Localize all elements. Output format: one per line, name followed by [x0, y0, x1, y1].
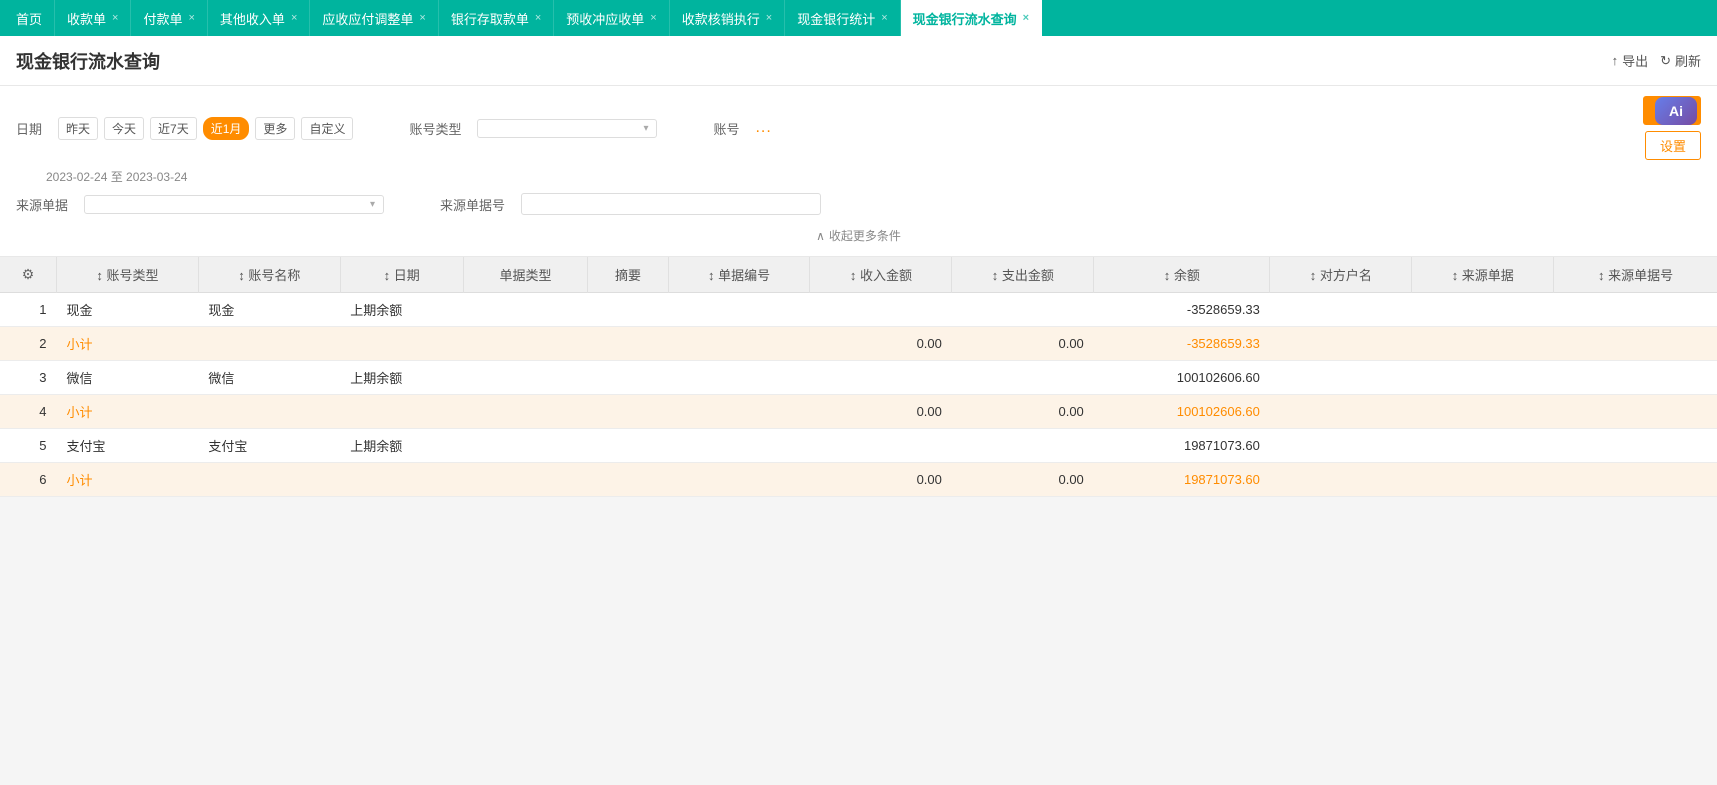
filter-area: 日期 昨天 今天 近7天 近1月 更多 自定义 账号类型 ▾ 账号 ... 查询… [0, 86, 1717, 257]
col-date: ↕ 日期 [340, 257, 463, 293]
gear-icon[interactable]: ⚙ [22, 266, 35, 282]
close-icon[interactable]: × [650, 12, 656, 24]
table-header: ⚙ ↕ 账号类型 ↕ 账号名称 ↕ 日期 单据类型 摘要 ↕ 单据编号 ↕ 收入… [0, 257, 1717, 293]
col-source-doc-no: ↕ 来源单据号 [1554, 257, 1717, 293]
table-row: 1现金现金上期余额-3528659.33 [0, 293, 1717, 327]
close-icon[interactable]: × [766, 12, 772, 24]
table-row: 3微信微信上期余额100102606.60 [0, 361, 1717, 395]
date-btn-today[interactable]: 今天 [104, 117, 144, 140]
account-label: 账号 [713, 119, 739, 138]
table-row: 4小计0.000.00100102606.60 [0, 395, 1717, 429]
col-source-doc: ↕ 来源单据 [1412, 257, 1554, 293]
nav-advance[interactable]: 预收冲应收单 × [554, 0, 669, 36]
date-btn-more[interactable]: 更多 [255, 117, 295, 140]
close-icon[interactable]: × [881, 12, 887, 24]
nav-receipt[interactable]: 收款单 × [55, 0, 131, 36]
col-counterparty: ↕ 对方户名 [1270, 257, 1412, 293]
nav-bank-deposit[interactable]: 银行存取款单 × [439, 0, 554, 36]
table-row: 5支付宝支付宝上期余额19871073.60 [0, 429, 1717, 463]
date-range-text: 2023-02-24 至 2023-03-24 [46, 168, 187, 185]
close-icon[interactable]: × [1023, 12, 1029, 24]
source-doc-no-input[interactable] [521, 193, 821, 215]
account-type-select[interactable]: ▾ [477, 119, 657, 138]
table-container: ⚙ ↕ 账号类型 ↕ 账号名称 ↕ 日期 单据类型 摘要 ↕ 单据编号 ↕ 收入… [0, 257, 1717, 497]
col-account-type: ↕ 账号类型 [56, 257, 198, 293]
table-row: 6小计0.000.0019871073.60 [0, 463, 1717, 497]
ai-button[interactable]: Ai [1655, 97, 1697, 125]
date-btn-7days[interactable]: 近7天 [150, 117, 197, 140]
date-btn-yesterday[interactable]: 昨天 [58, 117, 98, 140]
source-doc-label: 来源单据 [16, 195, 68, 214]
col-account-name: ↕ 账号名称 [198, 257, 340, 293]
data-table: ⚙ ↕ 账号类型 ↕ 账号名称 ↕ 日期 单据类型 摘要 ↕ 单据编号 ↕ 收入… [0, 257, 1717, 497]
close-icon[interactable]: × [188, 12, 194, 24]
account-type-label: 账号类型 [409, 119, 461, 138]
close-icon[interactable]: × [535, 12, 541, 24]
page-header: 现金银行流水查询 ↑ 导出 ↻ 刷新 [0, 36, 1717, 86]
nav-verify[interactable]: 收款核销执行 × [670, 0, 785, 36]
refresh-icon: ↻ [1660, 53, 1671, 69]
close-icon[interactable]: × [419, 12, 425, 24]
export-icon: ↑ [1612, 53, 1619, 68]
nav-home[interactable]: 首页 [4, 0, 55, 36]
filter-row-2: 来源单据 ▾ 来源单据号 [16, 193, 1701, 215]
filter-row-1: 日期 昨天 今天 近7天 近1月 更多 自定义 账号类型 ▾ 账号 ... 查询… [16, 96, 1701, 160]
source-doc-select[interactable]: ▾ [84, 195, 384, 214]
col-doc-type: 单据类型 [463, 257, 588, 293]
date-buttons: 昨天 今天 近7天 近1月 更多 自定义 [58, 117, 353, 140]
col-balance: ↕ 余额 [1094, 257, 1270, 293]
nav-adjustment[interactable]: 应收应付调整单 × [310, 0, 438, 36]
close-icon[interactable]: × [112, 12, 118, 24]
chevron-down-icon: ▾ [643, 123, 648, 134]
nav-bank-stats[interactable]: 现金银行统计 × [785, 0, 900, 36]
export-button[interactable]: ↑ 导出 [1612, 51, 1649, 70]
table-row: 2小计0.000.00-3528659.33 [0, 327, 1717, 361]
close-icon[interactable]: × [291, 12, 297, 24]
nav-other-income[interactable]: 其他收入单 × [208, 0, 310, 36]
col-doc-no: ↕ 单据编号 [668, 257, 810, 293]
table-body: 1现金现金上期余额-3528659.332小计0.000.00-3528659.… [0, 293, 1717, 497]
date-btn-custom[interactable]: 自定义 [301, 117, 353, 140]
col-expense: ↕ 支出金额 [952, 257, 1094, 293]
source-doc-no-label: 来源单据号 [440, 195, 505, 214]
chevron-down-icon: ▾ [370, 199, 375, 210]
refresh-button[interactable]: ↻ 刷新 [1660, 51, 1701, 70]
col-income: ↕ 收入金额 [810, 257, 952, 293]
collapse-icon: ∧ [816, 229, 825, 243]
header-actions: ↑ 导出 ↻ 刷新 [1612, 51, 1701, 70]
date-filter-label: 日期 [16, 119, 42, 138]
date-btn-1month[interactable]: 近1月 [203, 117, 250, 140]
nav-bank-flow[interactable]: 现金银行流水查询 × [901, 0, 1042, 36]
col-gear[interactable]: ⚙ [0, 257, 56, 293]
top-nav: 首页 收款单 × 付款单 × 其他收入单 × 应收应付调整单 × 银行存取款单 … [0, 0, 1717, 36]
col-summary: 摘要 [588, 257, 668, 293]
setting-button[interactable]: 设置 [1645, 131, 1701, 160]
account-ellipsis-button[interactable]: ... [755, 119, 771, 137]
page-title: 现金银行流水查询 [16, 48, 160, 74]
nav-payment[interactable]: 付款单 × [131, 0, 207, 36]
collapse-button[interactable]: ∧ 收起更多条件 [16, 223, 1701, 250]
